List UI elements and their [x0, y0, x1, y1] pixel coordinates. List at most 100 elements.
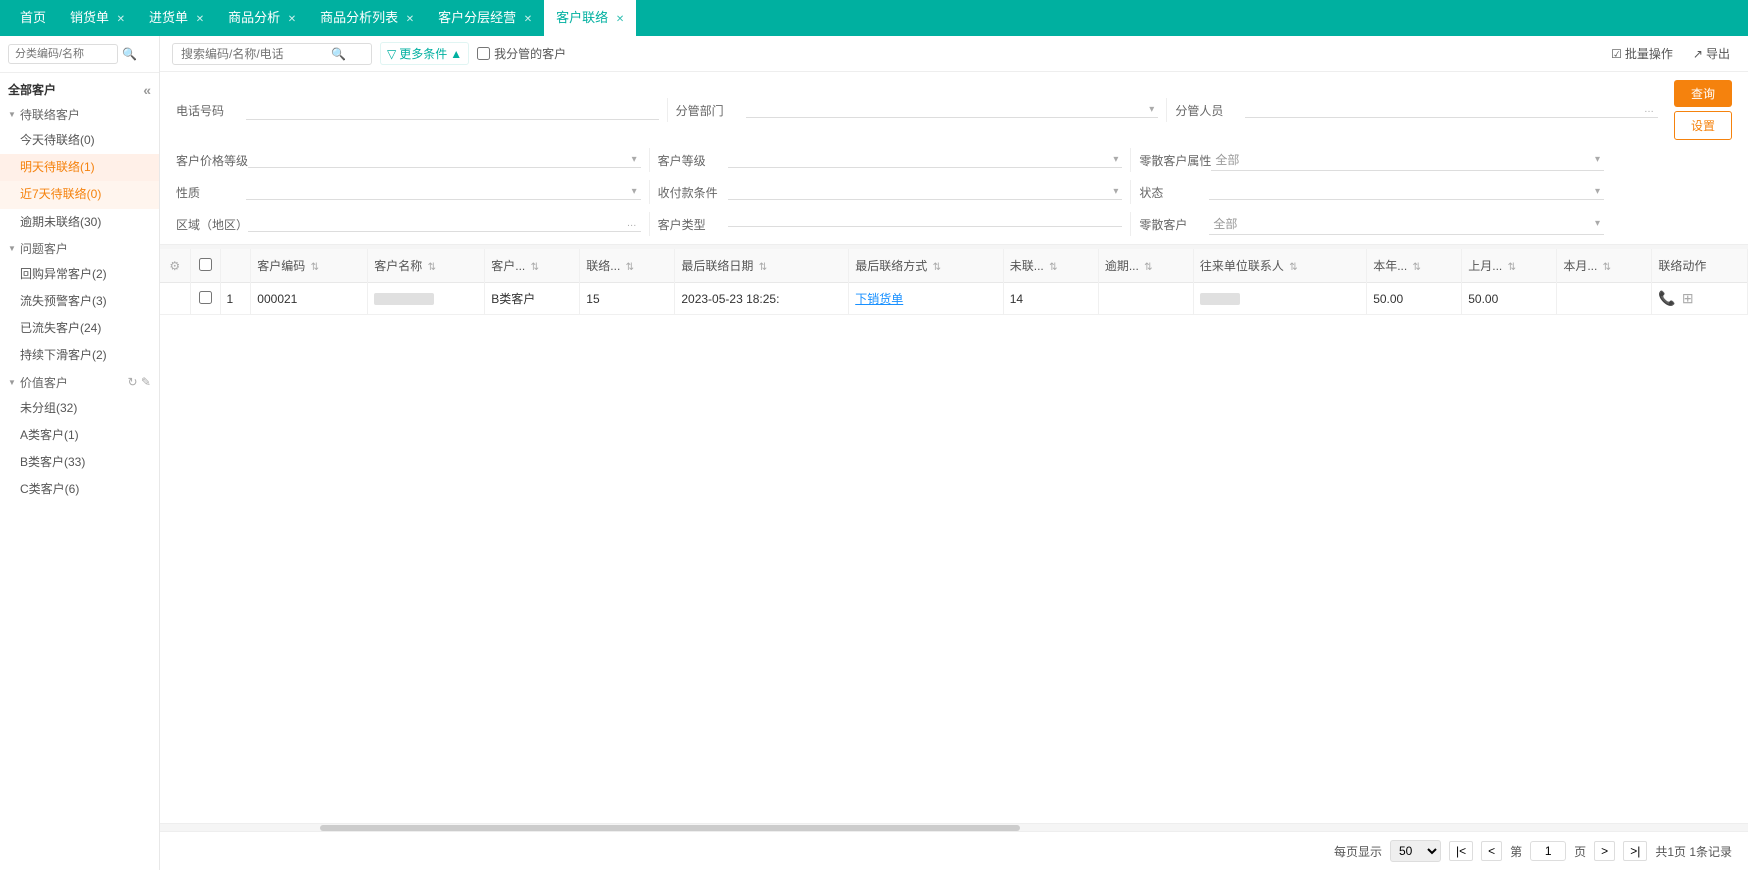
col-uncontacted[interactable]: 未联... ⇅	[1003, 249, 1098, 283]
main-layout: 🔍 全部客户 « 待联络客户 今天待联络(0) 明天待联络(1) 近7天待联络(…	[0, 36, 1748, 870]
sidebar-item-ungrouped[interactable]: 未分组(32)	[0, 395, 159, 422]
more-filter-button[interactable]: ▽ 更多条件 ▲	[380, 42, 469, 65]
chevron-down-icon-4: ▾	[1595, 154, 1600, 165]
export-button[interactable]: ↗ 导出	[1687, 43, 1736, 64]
my-customer-checkbox[interactable]: 我分管的客户	[477, 45, 566, 62]
select-all-checkbox[interactable]	[199, 258, 212, 271]
row-last-month: 50.00	[1462, 283, 1557, 315]
retail-attr-select[interactable]: 全部 ▾	[1211, 149, 1604, 171]
col-overdue[interactable]: 逾期... ⇅	[1098, 249, 1193, 283]
payment-terms-label: 收付款条件	[658, 184, 728, 201]
col-unit-contact[interactable]: 往来单位联系人 ⇅	[1193, 249, 1366, 283]
nav-product-analysis-list-close[interactable]: ✕	[406, 14, 414, 25]
region-select[interactable]: …	[248, 216, 641, 232]
my-customer-check[interactable]	[477, 47, 490, 60]
query-button[interactable]: 查询	[1674, 80, 1732, 107]
row-checkbox-cell	[190, 283, 220, 315]
pending-contact-group[interactable]: 待联络客户	[0, 102, 159, 127]
phone-action-icon[interactable]: 📞	[1658, 290, 1675, 307]
sidebar-item-tomorrow-contact[interactable]: 明天待联络(1)	[0, 154, 159, 181]
nav-customer-tier-close[interactable]: ✕	[524, 14, 532, 25]
first-page-button[interactable]: |<	[1449, 841, 1473, 861]
chevron-down-icon: ▾	[1149, 104, 1154, 115]
col-customer-code[interactable]: 客户编码 ⇅	[251, 249, 368, 283]
prev-page-button[interactable]: <	[1481, 841, 1502, 861]
sidebar-item-overdue-contact[interactable]: 逾期未联络(30)	[0, 209, 159, 236]
phone-input[interactable]	[246, 101, 659, 120]
divider-7	[649, 212, 650, 236]
nav-customer-contact[interactable]: 客户联络 ✕	[544, 0, 636, 36]
division-dept-select[interactable]: ▾	[746, 102, 1159, 118]
problem-customer-group[interactable]: 问题客户	[0, 236, 159, 261]
sidebar-item-7days-contact[interactable]: 近7天待联络(0)	[0, 181, 159, 208]
sidebar-item-today-contact[interactable]: 今天待联络(0)	[0, 127, 159, 154]
sidebar-item-class-a[interactable]: A类客户(1)	[0, 422, 159, 449]
row-uncontacted: 14	[1003, 283, 1098, 315]
row-checkbox[interactable]	[199, 291, 212, 304]
gender-select[interactable]: ▾	[246, 184, 641, 200]
page-input[interactable]	[1530, 841, 1566, 861]
col-customer-type[interactable]: 客户... ⇅	[485, 249, 580, 283]
sidebar-item-repurchase-abnormal[interactable]: 回购异常客户(2)	[0, 261, 159, 288]
status-label: 状态	[1139, 184, 1209, 201]
value-customer-group[interactable]: 价值客户 ↻ ✎	[0, 370, 159, 395]
status-select[interactable]: ▾	[1209, 184, 1604, 200]
filter-row-2: 客户价格等级 ▾ 客户等级 ▾ 零散客户属性	[176, 148, 1732, 172]
nav-sales-close[interactable]: ✕	[117, 14, 125, 25]
batch-op-button[interactable]: ☑ 批量操作	[1605, 43, 1679, 64]
nav-home[interactable]: 首页	[8, 0, 58, 36]
phone-label: 电话号码	[176, 102, 246, 119]
customer-level-select[interactable]: ▾	[728, 152, 1123, 168]
col-gear[interactable]: ⚙	[160, 249, 190, 283]
retail-customer-select[interactable]: 全部 ▾	[1209, 213, 1604, 235]
sidebar-item-class-b[interactable]: B类客户(33)	[0, 449, 159, 476]
total-records: 共1页 1条记录	[1655, 843, 1732, 860]
col-last-contact-date[interactable]: 最后联络日期 ⇅	[675, 249, 849, 283]
sidebar-search-icon[interactable]: 🔍	[122, 47, 137, 61]
last-page-button[interactable]: >|	[1623, 841, 1647, 861]
row-contact-action: 📞 ⊞	[1652, 283, 1748, 315]
nav-purchase-close[interactable]: ✕	[196, 14, 204, 25]
nav-customer-contact-close[interactable]: ✕	[616, 14, 624, 25]
setting-button[interactable]: 设置	[1674, 111, 1732, 140]
nav-product-analysis[interactable]: 商品分析 ✕	[216, 0, 308, 36]
per-page-select[interactable]: 50 100 200	[1390, 840, 1441, 862]
horizontal-scrollbar[interactable]	[160, 823, 1748, 831]
nav-product-analysis-close[interactable]: ✕	[288, 14, 296, 25]
search-button[interactable]: 🔍	[331, 47, 346, 61]
grid-action-icon[interactable]: ⊞	[1682, 290, 1694, 307]
sidebar-item-class-c[interactable]: C类客户(6)	[0, 476, 159, 503]
col-contact-count[interactable]: 联络... ⇅	[580, 249, 675, 283]
col-last-month[interactable]: 上月... ⇅	[1462, 249, 1557, 283]
sidebar-item-churned[interactable]: 已流失客户(24)	[0, 315, 159, 342]
col-this-month[interactable]: 本月... ⇅	[1557, 249, 1652, 283]
checkbox-icon: ☑	[1611, 47, 1622, 61]
all-customers-header[interactable]: 全部客户 «	[0, 73, 159, 102]
nav-product-analysis-list[interactable]: 商品分析列表 ✕	[308, 0, 426, 36]
scrollbar-thumb[interactable]	[320, 825, 1020, 831]
nav-purchase[interactable]: 进货单 ✕	[137, 0, 216, 36]
col-this-year[interactable]: 本年... ⇅	[1367, 249, 1462, 283]
row-customer-code: 000021	[251, 283, 368, 315]
table-header-row: ⚙ 客户编码 ⇅ 客户名称 ⇅	[160, 249, 1748, 283]
nav-customer-tier[interactable]: 客户分层经营 ✕	[426, 0, 544, 36]
chevron-down-icon-5: ▾	[632, 186, 637, 197]
nav-sales[interactable]: 销货单 ✕	[58, 0, 137, 36]
sidebar-item-declining[interactable]: 持续下滑客户(2)	[0, 342, 159, 369]
col-last-contact-method[interactable]: 最后联络方式 ⇅	[849, 249, 1004, 283]
search-input[interactable]	[181, 47, 331, 61]
retail-attr-label: 零散客户属性	[1139, 152, 1211, 169]
col-customer-name[interactable]: 客户名称 ⇅	[368, 249, 485, 283]
sidebar-search-input[interactable]	[8, 44, 118, 64]
all-customers-collapse-icon: «	[143, 82, 151, 98]
sidebar-item-churn-warning[interactable]: 流失预警客户(3)	[0, 288, 159, 315]
next-page-button[interactable]: >	[1594, 841, 1615, 861]
retail-customer-label: 零散客户	[1139, 216, 1209, 233]
payment-terms-select[interactable]: ▾	[728, 184, 1123, 200]
table-footer: 每页显示 50 100 200 |< < 第 页 > >| 共1页 1条记录	[160, 831, 1748, 870]
division-dept-label: 分管部门	[676, 102, 746, 119]
last-contact-method-link[interactable]: 下销货单	[855, 292, 903, 306]
price-level-select[interactable]: ▾	[248, 152, 641, 168]
division-person-select[interactable]: …	[1245, 102, 1658, 118]
customer-type-select[interactable]	[728, 222, 1123, 227]
